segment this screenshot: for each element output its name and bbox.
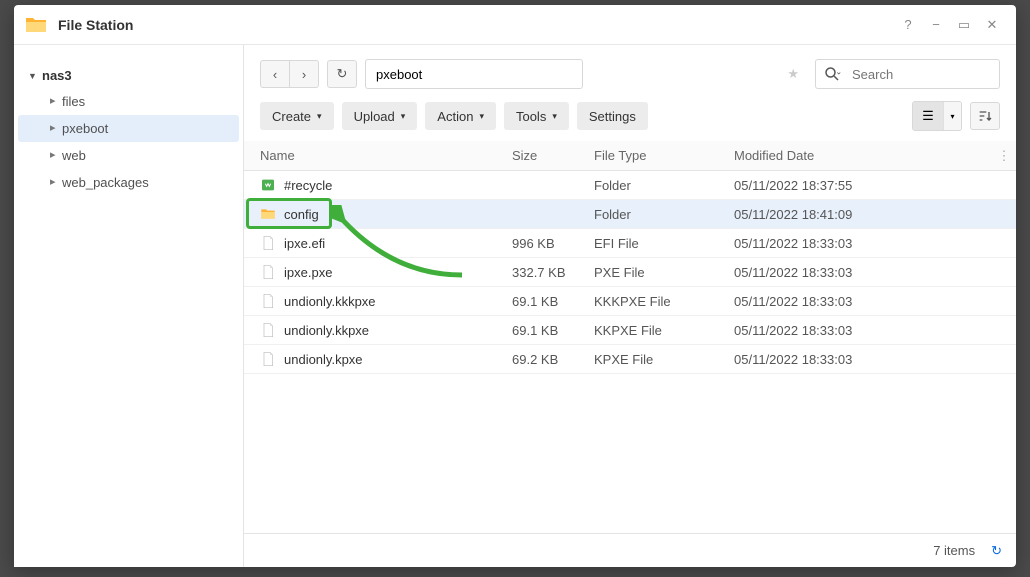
file-table: Name Size File Type Modified Date ⋮ #rec… [244, 141, 1016, 533]
file-modified: 05/11/2022 18:33:03 [734, 265, 1016, 280]
sort-button[interactable] [970, 102, 1000, 130]
file-type: KKKPXE File [594, 294, 734, 309]
file-icon [260, 293, 276, 309]
tree-root[interactable]: nas3 [14, 63, 243, 88]
maximize-button[interactable]: ▭ [950, 11, 978, 39]
col-size[interactable]: Size [512, 148, 594, 163]
file-name: undionly.kkpxe [284, 323, 512, 338]
file-icon [260, 351, 276, 367]
view-mode-group: ☰ ▾ [912, 101, 962, 131]
table-header: Name Size File Type Modified Date ⋮ [244, 141, 1016, 171]
file-modified: 05/11/2022 18:33:03 [734, 323, 1016, 338]
file-name: undionly.kpxe [284, 352, 512, 367]
file-icon [260, 264, 276, 280]
file-size: 69.2 KB [512, 352, 594, 367]
refresh-button[interactable]: ↻ [327, 60, 357, 88]
file-modified: 05/11/2022 18:37:55 [734, 178, 1016, 193]
settings-button[interactable]: Settings [577, 102, 648, 130]
table-row[interactable]: undionly.kkpxe69.1 KBKKPXE File05/11/202… [244, 316, 1016, 345]
forward-button[interactable]: › [289, 60, 319, 88]
minimize-button[interactable]: − [922, 11, 950, 39]
file-size: 332.7 KB [512, 265, 594, 280]
file-modified: 05/11/2022 18:33:03 [734, 352, 1016, 367]
item-count: 7 items [933, 543, 975, 558]
sidebar-item-pxeboot[interactable]: pxeboot [18, 115, 239, 142]
file-type: KKPXE File [594, 323, 734, 338]
action-button[interactable]: Action [425, 102, 496, 130]
file-modified: 05/11/2022 18:33:03 [734, 236, 1016, 251]
table-row[interactable]: ipxe.pxe332.7 KBPXE File05/11/2022 18:33… [244, 258, 1016, 287]
close-button[interactable]: ✕ [978, 11, 1006, 39]
file-size: 996 KB [512, 236, 594, 251]
file-type: EFI File [594, 236, 734, 251]
file-name: #recycle [284, 178, 512, 193]
sidebar-item-web_packages[interactable]: web_packages [14, 169, 243, 196]
table-row[interactable]: undionly.kkkpxe69.1 KBKKKPXE File05/11/2… [244, 287, 1016, 316]
status-refresh-icon[interactable]: ↻ [991, 543, 1002, 559]
search-input[interactable] [815, 59, 1000, 89]
app-title: File Station [58, 17, 894, 33]
view-dropdown-button[interactable]: ▾ [943, 102, 961, 130]
file-name: ipxe.pxe [284, 265, 512, 280]
col-name[interactable]: Name [260, 148, 512, 163]
file-icon [260, 322, 276, 338]
file-modified: 05/11/2022 18:41:09 [734, 207, 1016, 222]
file-icon [260, 235, 276, 251]
file-size: 69.1 KB [512, 294, 594, 309]
file-name: ipxe.efi [284, 236, 512, 251]
search-icon [823, 65, 841, 86]
path-input[interactable] [365, 59, 583, 89]
folder-icon [260, 206, 276, 222]
app-icon [24, 13, 48, 37]
file-size: 69.1 KB [512, 323, 594, 338]
col-type[interactable]: File Type [594, 148, 734, 163]
table-row[interactable]: #recycle Folder05/11/2022 18:37:55 [244, 171, 1016, 200]
file-type: PXE File [594, 265, 734, 280]
star-icon: ★ [787, 66, 799, 82]
table-row[interactable]: config Folder05/11/2022 18:41:09 [244, 200, 1016, 229]
sidebar-item-files[interactable]: files [14, 88, 243, 115]
table-row[interactable]: ipxe.efi996 KBEFI File05/11/2022 18:33:0… [244, 229, 1016, 258]
file-modified: 05/11/2022 18:33:03 [734, 294, 1016, 309]
file-type: Folder [594, 207, 734, 222]
tools-button[interactable]: Tools [504, 102, 569, 130]
file-type: Folder [594, 178, 734, 193]
file-type: KPXE File [594, 352, 734, 367]
recycle-icon [260, 177, 276, 193]
upload-button[interactable]: Upload [342, 102, 418, 130]
help-button[interactable]: ? [894, 11, 922, 39]
file-name: undionly.kkkpxe [284, 294, 512, 309]
file-name: config [284, 207, 512, 222]
columns-menu-icon[interactable]: ⋮ [992, 148, 1016, 164]
view-list-button[interactable]: ☰ [913, 102, 943, 130]
table-row[interactable]: undionly.kpxe69.2 KBKPXE File05/11/2022 … [244, 345, 1016, 374]
create-button[interactable]: Create [260, 102, 334, 130]
back-button[interactable]: ‹ [260, 60, 290, 88]
sidebar-item-web[interactable]: web [14, 142, 243, 169]
sidebar: nas3 filespxebootwebweb_packages [14, 45, 244, 567]
col-modified[interactable]: Modified Date [734, 148, 992, 163]
